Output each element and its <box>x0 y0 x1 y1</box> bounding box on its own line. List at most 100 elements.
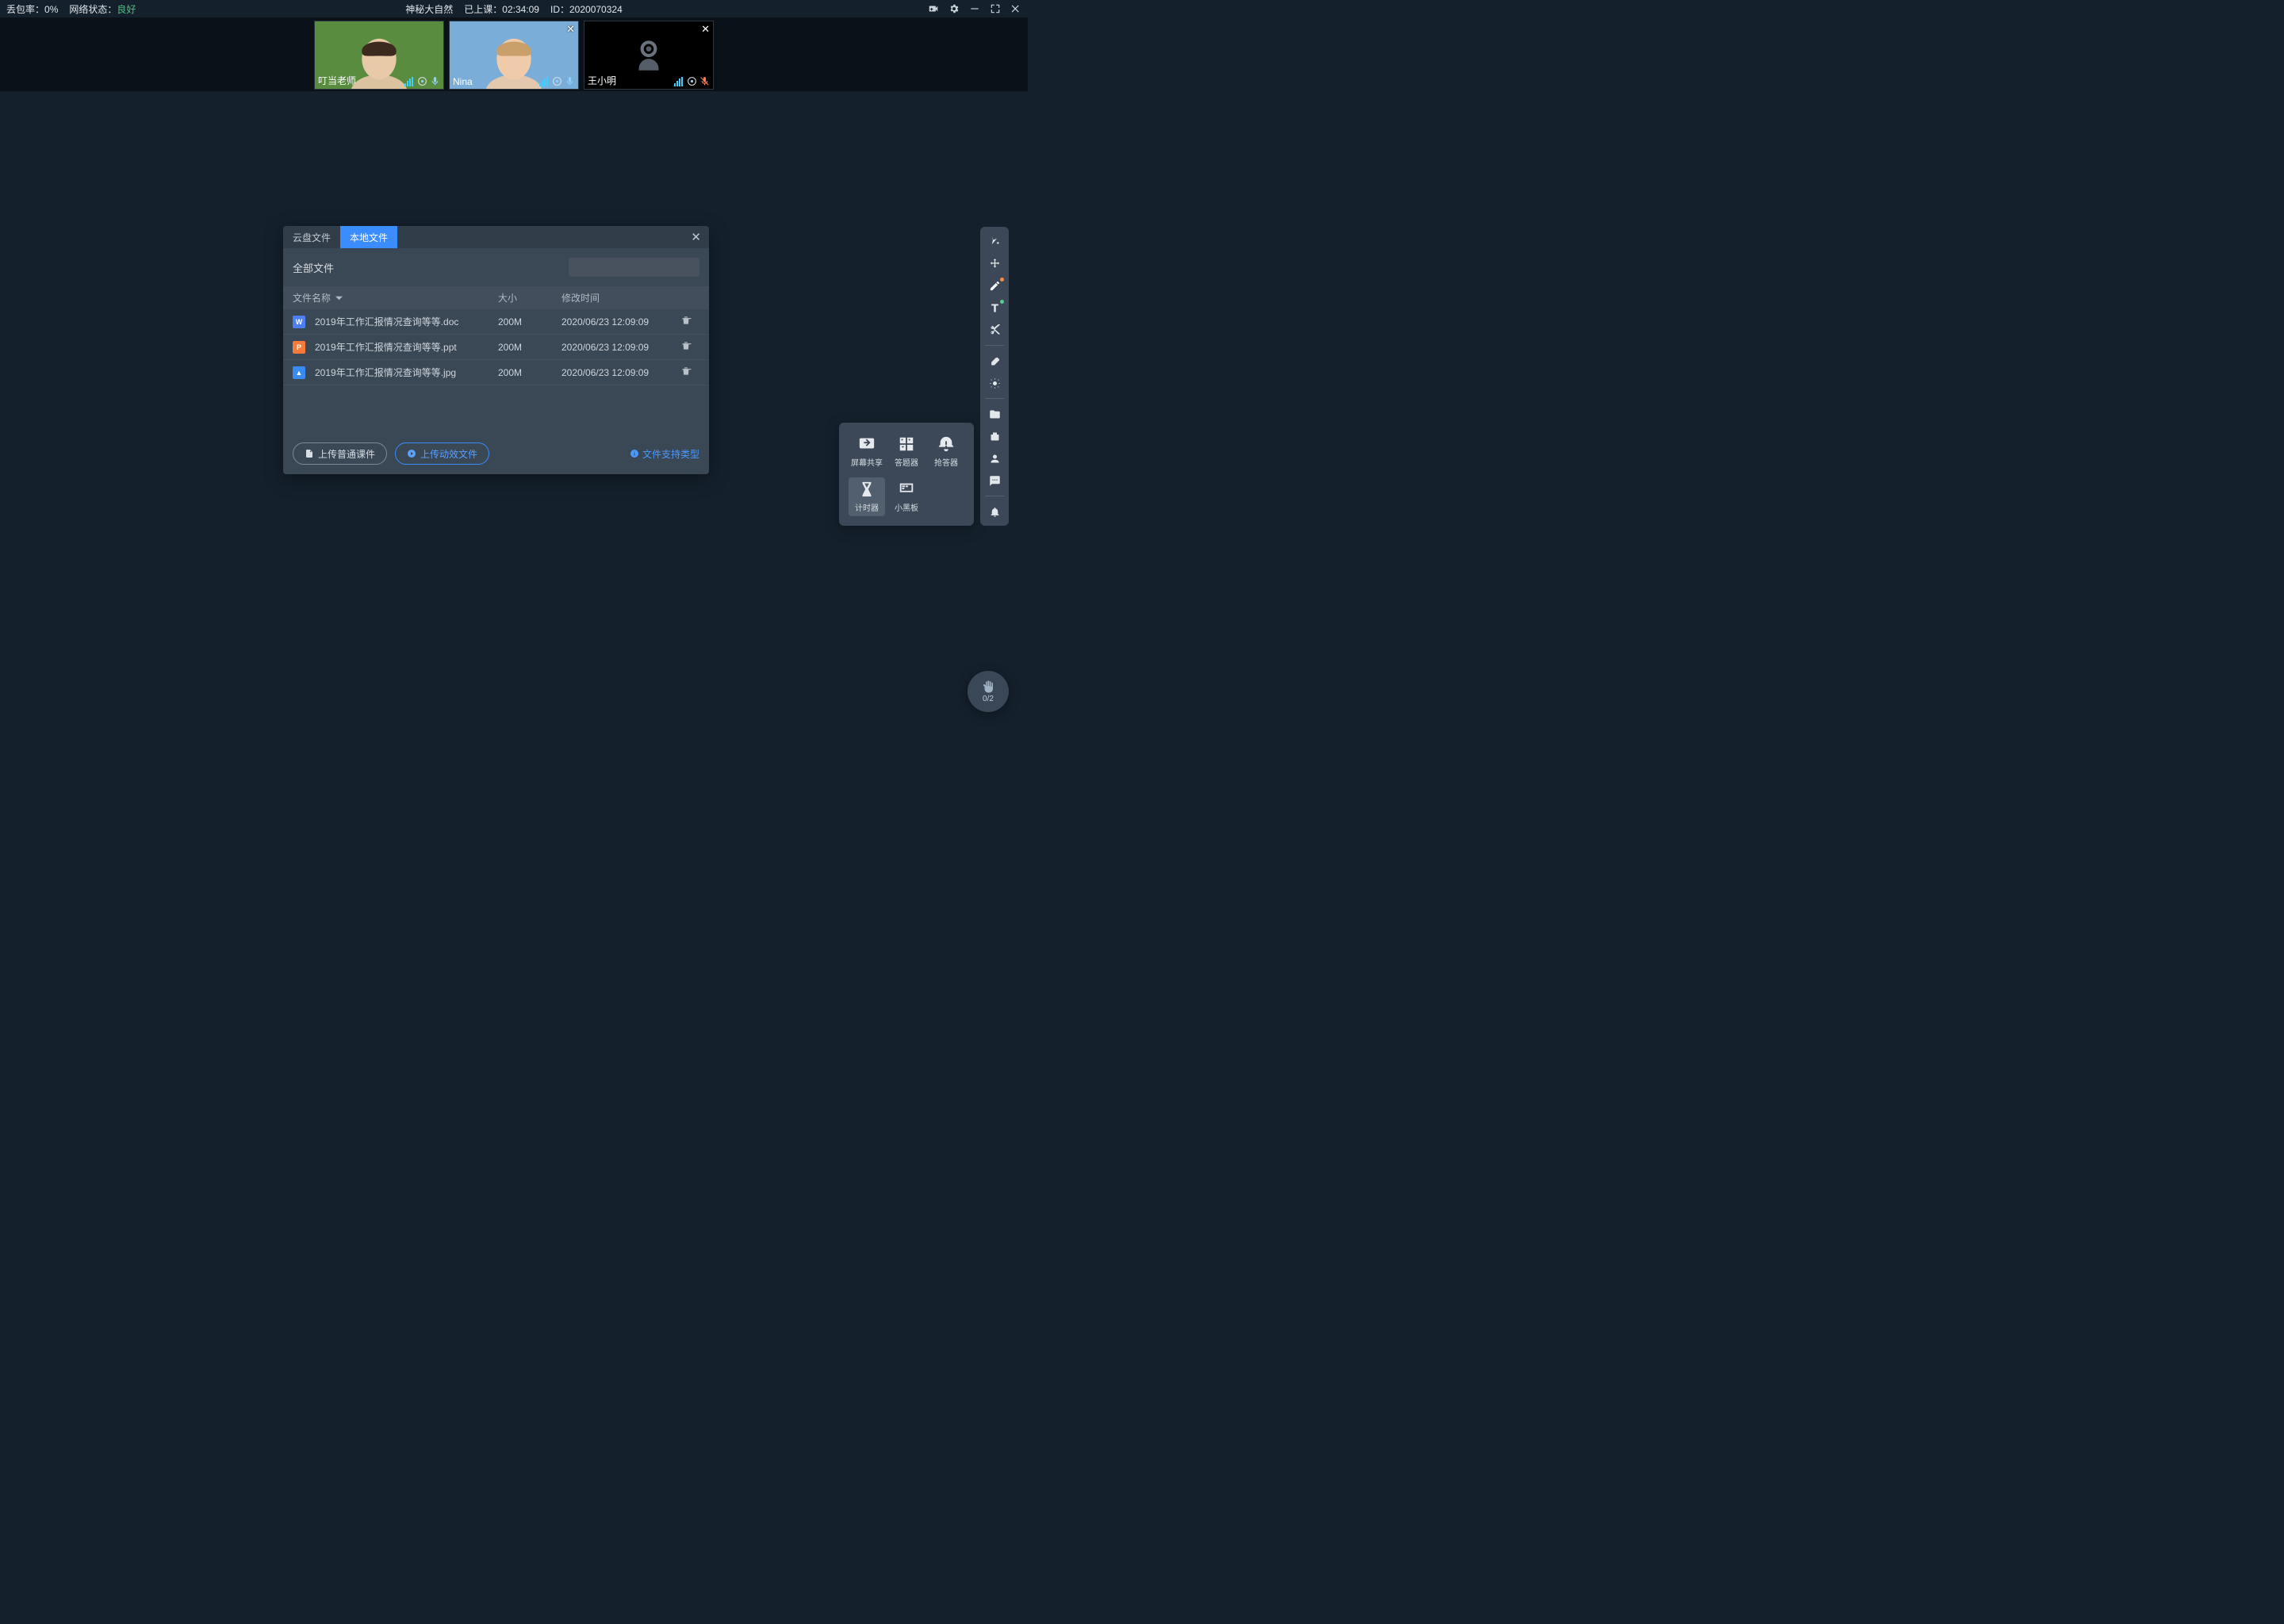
close-window-icon[interactable] <box>1010 3 1021 14</box>
tool-scissors[interactable] <box>983 320 1006 339</box>
file-type-badge: ▲ <box>293 366 305 379</box>
camera-add-icon[interactable] <box>928 3 939 14</box>
tool-apps[interactable] <box>983 427 1006 446</box>
topbar-right <box>928 3 1021 14</box>
modal-footer: 上传普通课件 上传动效文件 文件支持类型 <box>283 433 709 474</box>
tool-people[interactable] <box>983 449 1006 468</box>
chat-icon <box>989 475 1001 487</box>
tool-buzz[interactable]: 抢答器 <box>928 432 964 471</box>
pen-icon <box>989 280 1001 292</box>
network-label: 网络状态： <box>69 4 117 15</box>
upload-normal-button[interactable]: 上传普通课件 <box>293 442 387 465</box>
session-time: 已上课：02:34:09 <box>464 2 539 16</box>
tool-bell[interactable] <box>983 502 1006 521</box>
modal-subheader: 全部文件 <box>283 248 709 286</box>
answer-icon <box>898 435 915 453</box>
file-name: 2019年工作汇报情况查询等等.jpg <box>315 366 456 379</box>
fullscreen-icon[interactable] <box>990 3 1001 14</box>
delete-icon[interactable] <box>680 366 692 377</box>
upload-animated-button[interactable]: 上传动效文件 <box>395 442 489 465</box>
toolbox-icon <box>989 431 1001 442</box>
packet-loss-label: 丢包率： <box>6 4 44 15</box>
tool-blackboard[interactable]: 小黑板 <box>888 477 925 516</box>
bell-icon <box>989 506 1001 518</box>
supported-types-link[interactable]: 文件支持类型 <box>630 447 699 461</box>
network-value: 良好 <box>117 4 136 15</box>
upload-normal-label: 上传普通课件 <box>318 447 375 461</box>
delete-icon[interactable] <box>680 340 692 351</box>
buzz-label: 抢答器 <box>934 456 958 468</box>
tool-answer[interactable]: 答题器 <box>888 432 925 471</box>
tab-local-files[interactable]: 本地文件 <box>340 226 397 248</box>
video-tile[interactable]: ✕ 王小明 <box>584 21 714 90</box>
search-input[interactable] <box>569 258 699 277</box>
buzz-icon <box>937 435 955 453</box>
modal-tabs: 云盘文件 本地文件 ✕ <box>283 226 709 248</box>
id-value: 2020070324 <box>569 4 623 15</box>
timer-label: 计时器 <box>855 501 879 513</box>
table-header: 文件名称 大小 修改时间 <box>283 286 709 309</box>
video-tile[interactable]: ✕ Nina <box>449 21 579 90</box>
tool-move[interactable] <box>983 254 1006 273</box>
file-date: 2020/06/23 12:09:09 <box>561 316 680 327</box>
right-toolbar <box>980 227 1009 526</box>
file-type-badge: P <box>293 341 305 354</box>
volume-bars <box>404 77 413 86</box>
participant-name: 叮当老师 <box>318 74 356 87</box>
blackboard-label: 小黑板 <box>895 501 918 513</box>
delete-icon[interactable] <box>680 315 692 326</box>
file-name-cell: P 2019年工作汇报情况查询等等.ppt <box>293 340 498 354</box>
tool-eraser[interactable] <box>983 351 1006 370</box>
status-mic-icon <box>565 76 575 86</box>
tile-close-icon[interactable]: ✕ <box>701 23 710 36</box>
tool-timer[interactable]: 计时器 <box>849 477 885 516</box>
table-row[interactable]: ▲ 2019年工作汇报情况查询等等.jpg 200M 2020/06/23 12… <box>283 360 709 385</box>
id-label: ID： <box>550 4 569 15</box>
tool-folder[interactable] <box>983 404 1006 423</box>
document-icon <box>305 449 314 458</box>
file-date: 2020/06/23 12:09:09 <box>561 367 680 378</box>
modal-close-icon[interactable]: ✕ <box>691 230 701 244</box>
header-date[interactable]: 修改时间 <box>561 291 680 304</box>
sort-caret-icon <box>335 294 343 301</box>
topbar-left: 丢包率：0% 网络状态：良好 <box>6 2 136 16</box>
info-icon <box>630 449 639 458</box>
search-field[interactable] <box>580 262 703 273</box>
screen-share-icon <box>858 435 876 453</box>
table-row[interactable]: W 2019年工作汇报情况查询等等.doc 200M 2020/06/23 12… <box>283 309 709 335</box>
header-name-label: 文件名称 <box>293 291 331 304</box>
tool-cursor[interactable] <box>983 232 1006 251</box>
file-date: 2020/06/23 12:09:09 <box>561 342 680 353</box>
volume-bars <box>539 77 548 86</box>
volume-bars <box>674 77 683 86</box>
hand-icon <box>981 680 995 694</box>
app-title: 神秘大自然 <box>405 2 453 16</box>
raise-hand-button[interactable]: 0/2 <box>968 671 1009 712</box>
file-modal: 云盘文件 本地文件 ✕ 全部文件 文件名称 大小 修改时间 W 2019年工作汇… <box>283 226 709 474</box>
packet-loss-value: 0% <box>44 4 58 15</box>
file-name: 2019年工作汇报情况查询等等.ppt <box>315 340 457 354</box>
tool-text[interactable] <box>983 298 1006 317</box>
session-label: 已上课： <box>464 4 502 15</box>
minimize-icon[interactable] <box>969 3 980 14</box>
all-files-label: 全部文件 <box>293 260 334 275</box>
file-name-cell: ▲ 2019年工作汇报情况查询等等.jpg <box>293 366 498 379</box>
raise-hand-count: 0/2 <box>983 695 994 703</box>
file-size: 200M <box>498 367 561 378</box>
tool-screen-share[interactable]: 屏幕共享 <box>849 432 885 471</box>
tool-pen[interactable] <box>983 276 1006 295</box>
eraser-icon <box>989 355 1001 367</box>
tab-cloud-files[interactable]: 云盘文件 <box>283 226 340 248</box>
tool-chat[interactable] <box>983 471 1006 490</box>
file-size: 200M <box>498 342 561 353</box>
header-size[interactable]: 大小 <box>498 291 561 304</box>
header-name[interactable]: 文件名称 <box>293 291 498 304</box>
settings-icon[interactable] <box>948 3 960 14</box>
file-size: 200M <box>498 316 561 327</box>
table-row[interactable]: P 2019年工作汇报情况查询等等.ppt 200M 2020/06/23 12… <box>283 335 709 360</box>
tile-close-icon[interactable]: ✕ <box>566 23 575 36</box>
tool-fill[interactable] <box>983 373 1006 393</box>
text-icon <box>989 302 1001 314</box>
video-tile[interactable]: 叮当老师 <box>314 21 444 90</box>
scissors-icon <box>989 324 1001 336</box>
